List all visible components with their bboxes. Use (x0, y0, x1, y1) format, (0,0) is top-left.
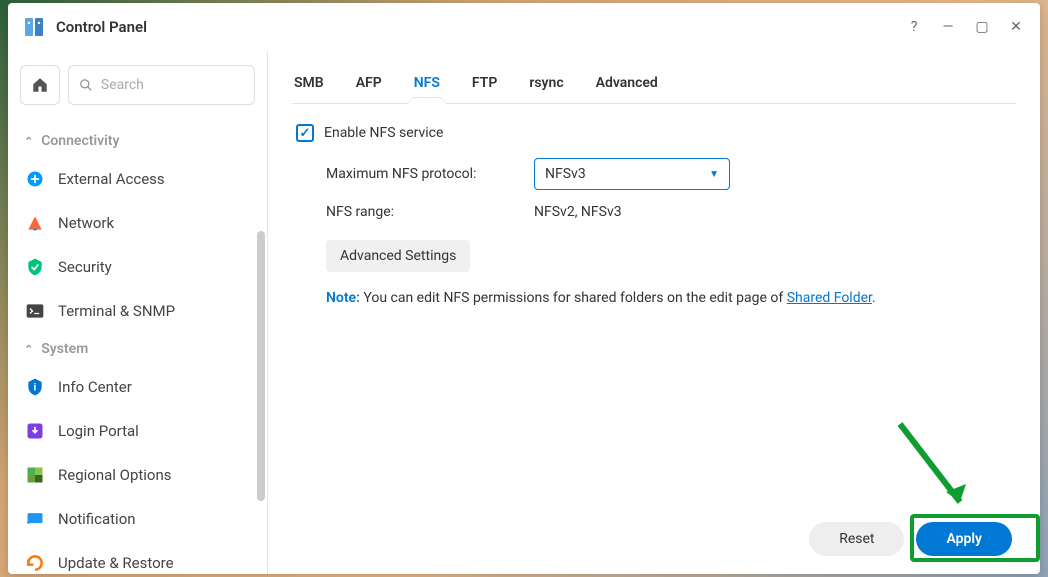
nfs-range-row: NFS range: NFSv2, NFSv3 (296, 204, 1012, 220)
enable-nfs-checkbox[interactable]: ✓ (296, 124, 314, 142)
note-prefix: Note: (326, 290, 360, 306)
sidebar-item-regional[interactable]: Regional Options (20, 453, 255, 497)
sidebar-item-update[interactable]: Update & Restore (20, 541, 255, 574)
svg-text:i: i (34, 382, 37, 393)
network-icon (24, 212, 46, 234)
sidebar-top-row (20, 65, 255, 105)
shield-icon (24, 256, 46, 278)
body-area: ⌃ Connectivity External Access Network S… (8, 51, 1040, 574)
tab-ftp[interactable]: FTP (470, 69, 499, 103)
note-text: You can edit NFS permissions for shared … (363, 290, 786, 306)
chevron-up-icon: ⌃ (24, 343, 33, 356)
max-protocol-label: Maximum NFS protocol: (326, 166, 534, 182)
nfs-range-label: NFS range: (326, 204, 534, 220)
sidebar-scrollbar[interactable] (257, 231, 265, 501)
terminal-icon (24, 300, 46, 322)
titlebar: Control Panel ? — ▢ ✕ (8, 3, 1040, 51)
sidebar-item-external-access[interactable]: External Access (20, 157, 255, 201)
enable-nfs-row: ✓ Enable NFS service (296, 124, 1012, 142)
link-icon (24, 168, 46, 190)
enable-nfs-label: Enable NFS service (324, 125, 443, 141)
section-system[interactable]: ⌃ System (20, 333, 255, 365)
max-protocol-select[interactable]: NFSv3 ▼ (534, 158, 730, 190)
apply-button[interactable]: Apply (916, 522, 1012, 556)
reset-button[interactable]: Reset (809, 522, 904, 556)
search-input[interactable] (101, 77, 244, 93)
update-icon (24, 552, 46, 574)
sidebar-item-login-portal[interactable]: Login Portal (20, 409, 255, 453)
chevron-up-icon: ⌃ (24, 135, 33, 148)
search-icon (79, 77, 93, 93)
tab-advanced[interactable]: Advanced (594, 69, 660, 103)
titlebar-controls: ? — ▢ ✕ (904, 19, 1026, 35)
help-button[interactable]: ? (904, 19, 924, 35)
maximize-button[interactable]: ▢ (972, 19, 992, 35)
sidebar-item-network[interactable]: Network (20, 201, 255, 245)
sidebar-item-notification[interactable]: Notification (20, 497, 255, 541)
tab-afp[interactable]: AFP (354, 69, 384, 103)
shared-folder-link[interactable]: Shared Folder (787, 290, 872, 306)
tab-rsync[interactable]: rsync (527, 69, 565, 103)
advanced-settings-button[interactable]: Advanced Settings (326, 240, 470, 272)
info-icon: i (24, 376, 46, 398)
tab-content: ✓ Enable NFS service Maximum NFS protoco… (292, 104, 1016, 508)
sidebar: ⌃ Connectivity External Access Network S… (8, 51, 268, 574)
portal-icon (24, 420, 46, 442)
tab-smb[interactable]: SMB (292, 69, 326, 103)
app-icon (22, 15, 46, 39)
close-button[interactable]: ✕ (1006, 19, 1026, 35)
checkmark-icon: ✓ (300, 126, 311, 141)
home-button[interactable] (20, 65, 60, 105)
nfs-range-value: NFSv2, NFSv3 (534, 204, 622, 220)
sidebar-item-info-center[interactable]: i Info Center (20, 365, 255, 409)
section-connectivity[interactable]: ⌃ Connectivity (20, 125, 255, 157)
max-protocol-row: Maximum NFS protocol: NFSv3 ▼ (296, 158, 1012, 190)
main-panel: SMB AFP NFS FTP rsync Advanced ✓ Enable … (268, 51, 1040, 574)
window-title: Control Panel (56, 18, 904, 36)
dropdown-caret-icon: ▼ (709, 169, 719, 180)
home-icon (31, 76, 49, 94)
footer-buttons: Reset Apply (292, 508, 1016, 574)
minimize-button[interactable]: — (938, 19, 958, 35)
note-row: Note: You can edit NFS permissions for s… (296, 290, 1012, 306)
tabs: SMB AFP NFS FTP rsync Advanced (292, 69, 1016, 104)
control-panel-window: Control Panel ? — ▢ ✕ ⌃ Connectivity (8, 3, 1040, 574)
search-box[interactable] (68, 65, 255, 105)
bell-icon (24, 508, 46, 530)
sidebar-item-security[interactable]: Security (20, 245, 255, 289)
tab-nfs[interactable]: NFS (412, 69, 442, 103)
region-icon (24, 464, 46, 486)
sidebar-item-terminal[interactable]: Terminal & SNMP (20, 289, 255, 333)
